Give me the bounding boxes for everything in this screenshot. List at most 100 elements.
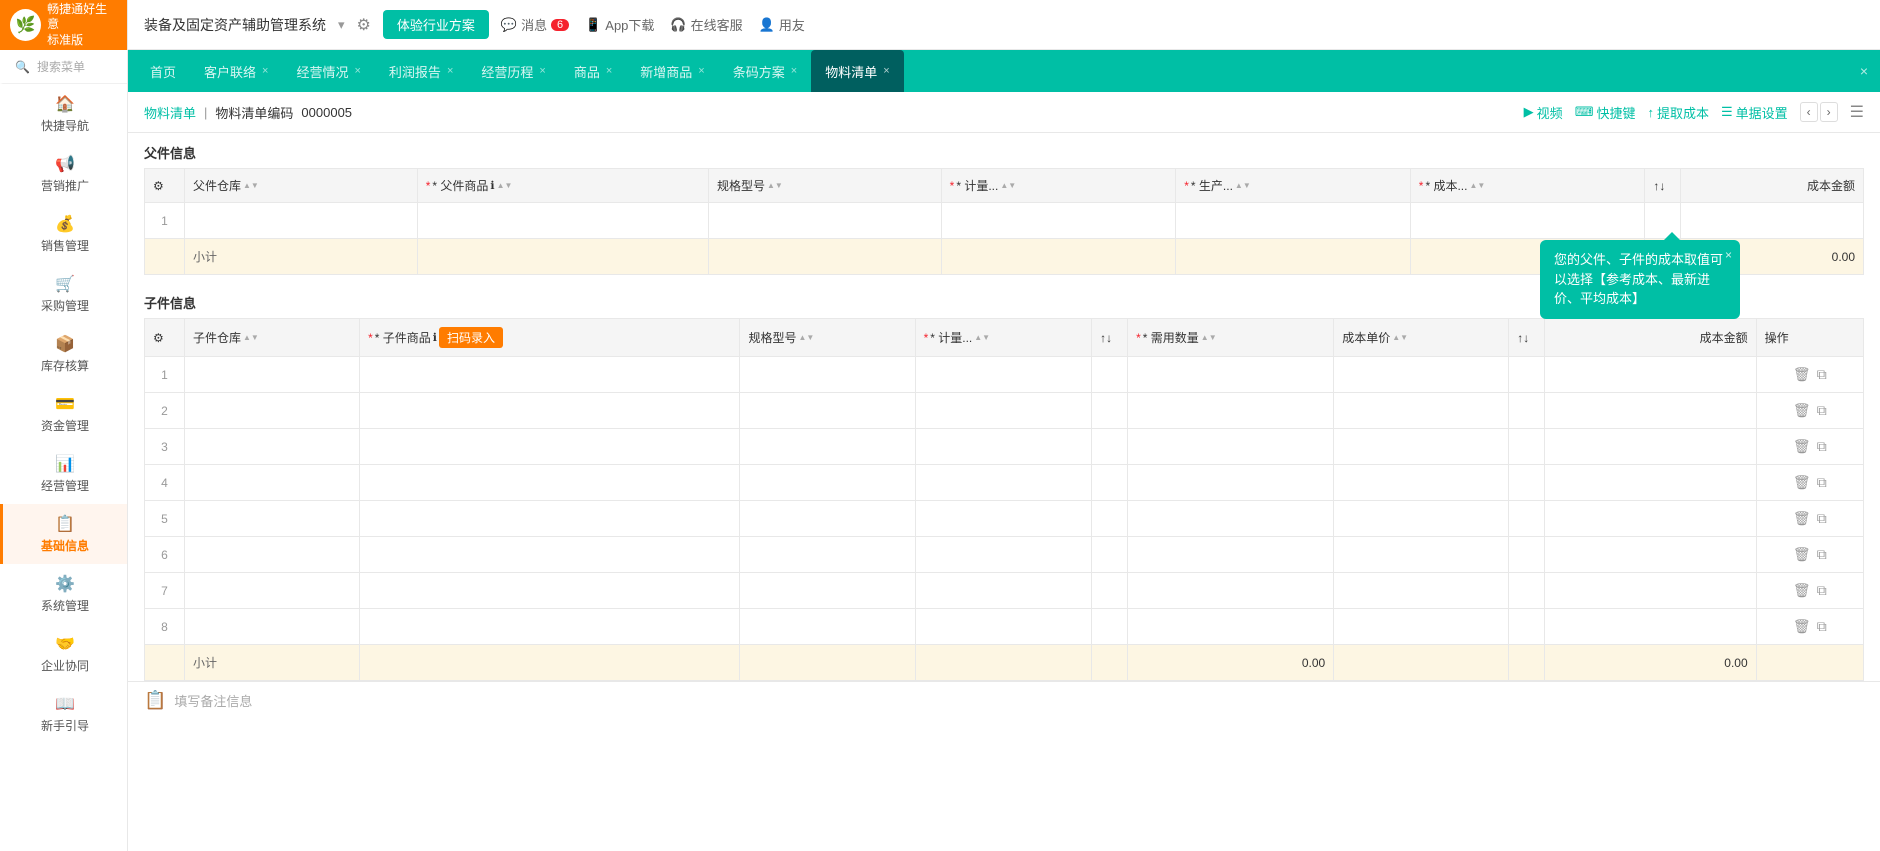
parent-goods-cell[interactable]: [417, 203, 708, 239]
child-spec-7[interactable]: [740, 573, 915, 609]
child-goods-2[interactable]: [360, 393, 740, 429]
child-warehouse-5[interactable]: [185, 501, 360, 537]
child-goods-5[interactable]: [360, 501, 740, 537]
breadcrumb-list[interactable]: 物料清单: [144, 103, 196, 122]
child-cost-amount-6[interactable]: [1545, 537, 1756, 573]
child-cost-amount-8[interactable]: [1545, 609, 1756, 645]
sidebar-item-inventory[interactable]: 📦库存核算: [0, 324, 127, 384]
child-quantity-1[interactable]: [1128, 357, 1334, 393]
child-warehouse-1[interactable]: [185, 357, 360, 393]
child-spec-4[interactable]: [740, 465, 915, 501]
tab-material[interactable]: 物料清单 ×: [811, 50, 903, 92]
tab-new-goods[interactable]: 新增商品 ×: [626, 50, 718, 92]
child-unit-1[interactable]: [915, 357, 1092, 393]
child-goods-4[interactable]: [360, 465, 740, 501]
child-goods-3[interactable]: [360, 429, 740, 465]
child-unit-2[interactable]: [915, 393, 1092, 429]
child-warehouse-6[interactable]: [185, 537, 360, 573]
copy-icon-7[interactable]: ⧉: [1817, 582, 1827, 599]
child-unit-5[interactable]: [915, 501, 1092, 537]
layout-icon[interactable]: ☰: [1850, 102, 1864, 122]
sidebar-item-system[interactable]: ⚙️系统管理: [0, 564, 127, 624]
child-cost-amount-4[interactable]: [1545, 465, 1756, 501]
child-spec-8[interactable]: [740, 609, 915, 645]
tab-close-operations[interactable]: ×: [354, 65, 360, 77]
child-quantity-5[interactable]: [1128, 501, 1334, 537]
sidebar-item-guide[interactable]: 📖新手引导: [0, 684, 127, 744]
tab-profit[interactable]: 利润报告 ×: [375, 50, 467, 92]
tooltip-close-btn[interactable]: ×: [1725, 246, 1732, 264]
child-unit-cost-2[interactable]: [1334, 393, 1509, 429]
topbar-user[interactable]: 👤 用友: [759, 15, 805, 34]
child-warehouse-3[interactable]: [185, 429, 360, 465]
child-cost-amount-1[interactable]: [1545, 357, 1756, 393]
child-unit-4[interactable]: [915, 465, 1092, 501]
child-quantity-8[interactable]: [1128, 609, 1334, 645]
parent-production-cell[interactable]: [1176, 203, 1411, 239]
child-cost-amount-3[interactable]: [1545, 429, 1756, 465]
copy-icon-6[interactable]: ⧉: [1817, 546, 1827, 563]
child-unit-cost-1[interactable]: [1334, 357, 1509, 393]
child-spec-1[interactable]: [740, 357, 915, 393]
child-cost-amount-5[interactable]: [1545, 501, 1756, 537]
copy-icon-3[interactable]: ⧉: [1817, 438, 1827, 455]
child-unit-8[interactable]: [915, 609, 1092, 645]
tab-close-new-goods[interactable]: ×: [698, 65, 704, 77]
delete-icon-3[interactable]: 🗑: [1793, 438, 1811, 455]
copy-icon-4[interactable]: ⧉: [1817, 474, 1827, 491]
parent-unit-cell[interactable]: [941, 203, 1176, 239]
tab-close-goods[interactable]: ×: [606, 65, 612, 77]
tab-customer[interactable]: 客户联络 ×: [190, 50, 282, 92]
child-quantity-6[interactable]: [1128, 537, 1334, 573]
tab-history[interactable]: 经营历程 ×: [467, 50, 559, 92]
topbar-online-service[interactable]: 🎧 在线客服: [670, 15, 742, 34]
copy-icon-8[interactable]: ⧉: [1817, 618, 1827, 635]
parent-col-settings[interactable]: ⚙: [145, 169, 185, 203]
sidebar-item-basic-info[interactable]: 📋基础信息: [0, 504, 127, 564]
toolbar-video[interactable]: ▶ 视频: [1524, 103, 1563, 122]
sidebar-item-marketing[interactable]: 📢营销推广: [0, 144, 127, 204]
nav-prev[interactable]: ‹: [1800, 102, 1818, 122]
child-spec-2[interactable]: [740, 393, 915, 429]
sidebar-item-purchase[interactable]: 🛒采购管理: [0, 264, 127, 324]
child-unit-cost-5[interactable]: [1334, 501, 1509, 537]
toolbar-shortcut[interactable]: ⌨ 快捷键: [1575, 103, 1636, 122]
child-unit-7[interactable]: [915, 573, 1092, 609]
child-unit-cost-6[interactable]: [1334, 537, 1509, 573]
sidebar-item-enterprise[interactable]: 🤝企业协同: [0, 624, 127, 684]
sidebar-item-operations[interactable]: 📊经营管理: [0, 444, 127, 504]
child-cost-amount-7[interactable]: [1545, 573, 1756, 609]
tab-close-material[interactable]: ×: [883, 65, 889, 77]
tab-close-history[interactable]: ×: [539, 65, 545, 77]
child-col-settings[interactable]: ⚙: [145, 319, 185, 357]
delete-icon-4[interactable]: 🗑: [1793, 474, 1811, 491]
parent-spec-cell[interactable]: [708, 203, 941, 239]
child-unit-cost-4[interactable]: [1334, 465, 1509, 501]
topbar-messages[interactable]: 💬 消息 6: [501, 15, 569, 34]
child-goods-1[interactable]: [360, 357, 740, 393]
tab-goods[interactable]: 商品 ×: [560, 50, 626, 92]
sidebar-item-sales[interactable]: 💰销售管理: [0, 204, 127, 264]
child-unit-cost-7[interactable]: [1334, 573, 1509, 609]
child-warehouse-8[interactable]: [185, 609, 360, 645]
topbar-dropdown-icon[interactable]: ▾: [338, 17, 345, 33]
nav-next[interactable]: ›: [1820, 102, 1838, 122]
child-warehouse-7[interactable]: [185, 573, 360, 609]
tab-home[interactable]: 首页: [136, 50, 190, 92]
tab-barcode[interactable]: 条码方案 ×: [719, 50, 811, 92]
topbar-app-download[interactable]: 📱 App下载: [585, 15, 654, 34]
toolbar-extract-cost[interactable]: ↑ 提取成本: [1647, 103, 1709, 122]
delete-icon-2[interactable]: 🗑: [1793, 402, 1811, 419]
toolbar-single-settings[interactable]: ☰ 单据设置: [1721, 103, 1788, 122]
child-quantity-3[interactable]: [1128, 429, 1334, 465]
child-warehouse-4[interactable]: [185, 465, 360, 501]
child-spec-5[interactable]: [740, 501, 915, 537]
delete-icon-8[interactable]: 🗑: [1793, 618, 1811, 635]
close-all-tabs[interactable]: ×: [1856, 63, 1872, 79]
copy-icon-1[interactable]: ⧉: [1817, 366, 1827, 383]
copy-icon-5[interactable]: ⧉: [1817, 510, 1827, 527]
child-quantity-7[interactable]: [1128, 573, 1334, 609]
child-warehouse-2[interactable]: [185, 393, 360, 429]
child-goods-7[interactable]: [360, 573, 740, 609]
child-unit-3[interactable]: [915, 429, 1092, 465]
